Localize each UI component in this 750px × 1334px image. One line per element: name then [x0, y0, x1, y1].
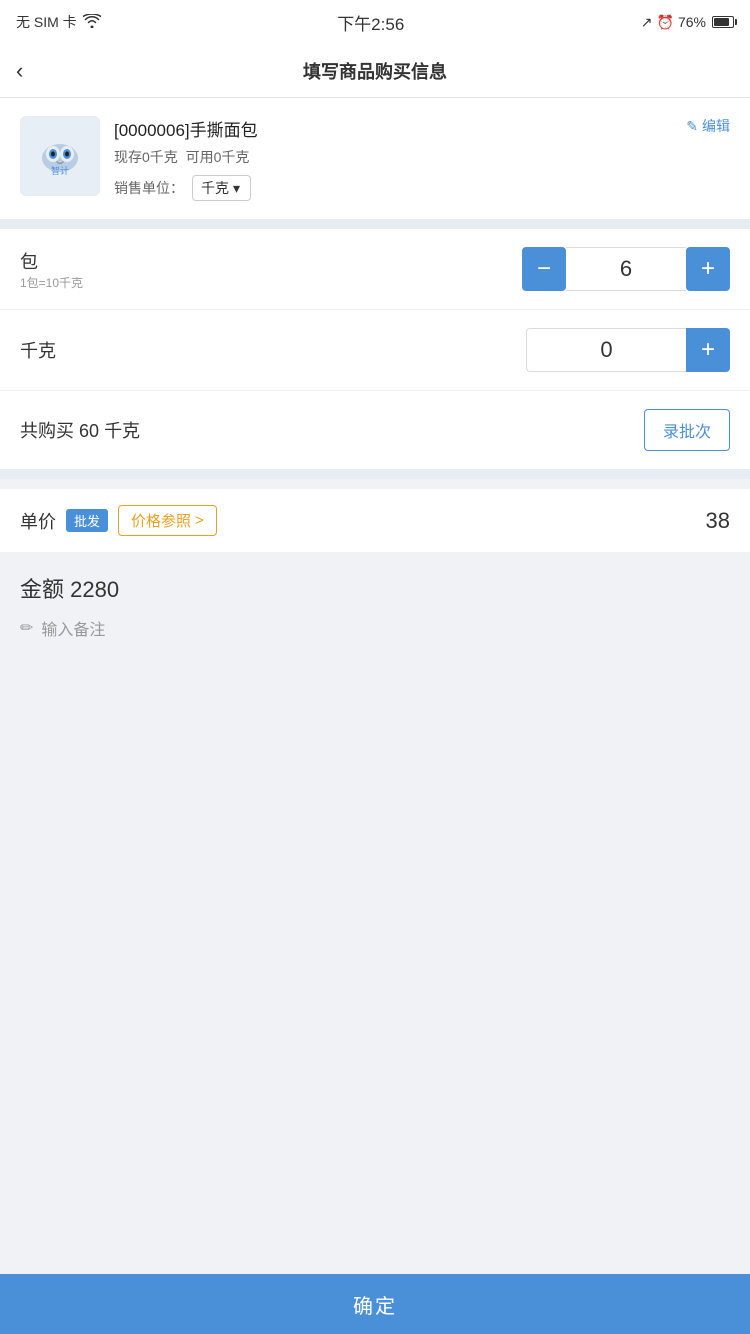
- price-label: 单价: [20, 508, 56, 534]
- bag-label: 包 1包=10千克: [20, 248, 83, 291]
- price-tag: 批发: [66, 509, 108, 532]
- amount-section: 金额 2280 ✏ 输入备注: [0, 552, 750, 652]
- owl-logo-icon: 智计: [35, 136, 85, 176]
- edit-icon: ✎: [686, 118, 698, 135]
- price-section: 单价 批发 价格参照 > 38: [0, 489, 750, 552]
- product-image: 智计: [20, 116, 100, 196]
- note-label: 输入备注: [41, 616, 105, 640]
- wifi-icon: [83, 14, 101, 31]
- edit-button[interactable]: ✎ 编辑: [686, 116, 730, 136]
- battery-fill: [714, 18, 729, 26]
- price-ref-button[interactable]: 价格参照 >: [118, 505, 217, 536]
- header: ‹ 填写商品购买信息: [0, 44, 750, 98]
- kg-input-row: 千克 +: [0, 310, 750, 391]
- note-row[interactable]: ✏ 输入备注: [20, 616, 730, 640]
- status-bar: 无 SIM 卡 下午2:56 ↗ ⏰ 76%: [0, 0, 750, 44]
- product-info: [0000006]手撕面包 现存0千克 可用0千克 销售单位： 千克 ▾: [114, 116, 730, 201]
- amount-row: 金额 2280: [20, 572, 730, 604]
- battery-percent: 76%: [678, 14, 706, 30]
- kg-controls: +: [526, 328, 730, 372]
- chevron-right-icon: >: [195, 512, 204, 529]
- battery-bar: [712, 16, 734, 28]
- kg-increase-button[interactable]: +: [686, 328, 730, 372]
- bag-input-row: 包 1包=10千克 − +: [0, 229, 750, 310]
- bag-value-input[interactable]: [566, 247, 686, 291]
- carrier-text: 无 SIM 卡: [16, 12, 77, 32]
- kg-value-input[interactable]: [526, 328, 686, 372]
- chevron-down-icon: ▾: [233, 180, 240, 197]
- status-carrier: 无 SIM 卡: [16, 12, 101, 32]
- divider-2: [0, 469, 750, 479]
- footer[interactable]: 确定: [0, 1274, 750, 1334]
- bag-decrease-button[interactable]: −: [522, 247, 566, 291]
- bag-increase-button[interactable]: +: [686, 247, 730, 291]
- alarm-icon: ⏰: [657, 14, 674, 31]
- status-right: ↗ ⏰ 76%: [641, 14, 734, 31]
- confirm-button[interactable]: 确定: [353, 1290, 397, 1319]
- pencil-icon: ✏: [20, 618, 33, 638]
- page-title: 填写商品购买信息: [303, 58, 447, 84]
- unit-select[interactable]: 千克 ▾: [192, 175, 251, 201]
- product-name: [0000006]手撕面包: [114, 116, 730, 141]
- summary-text: 共购买 60 千克: [20, 417, 140, 443]
- location-icon: ↗: [641, 14, 653, 31]
- svg-text:智计: 智计: [51, 165, 69, 176]
- product-section: 智计 [0000006]手撕面包 现存0千克 可用0千克 销售单位： 千克 ▾ …: [0, 98, 750, 219]
- kg-label: 千克: [20, 337, 80, 363]
- price-value: 38: [706, 508, 730, 534]
- status-time: 下午2:56: [337, 10, 404, 35]
- divider-1: [0, 219, 750, 229]
- input-section: 包 1包=10千克 − + 千克 + 共购买 60 千克 录批次: [0, 229, 750, 469]
- bag-controls: − +: [522, 247, 730, 291]
- product-stock: 现存0千克 可用0千克: [114, 147, 730, 167]
- summary-row: 共购买 60 千克 录批次: [0, 391, 750, 469]
- back-button[interactable]: ‹: [16, 58, 23, 84]
- batch-button[interactable]: 录批次: [644, 409, 730, 451]
- product-unit-row: 销售单位： 千克 ▾: [114, 175, 730, 201]
